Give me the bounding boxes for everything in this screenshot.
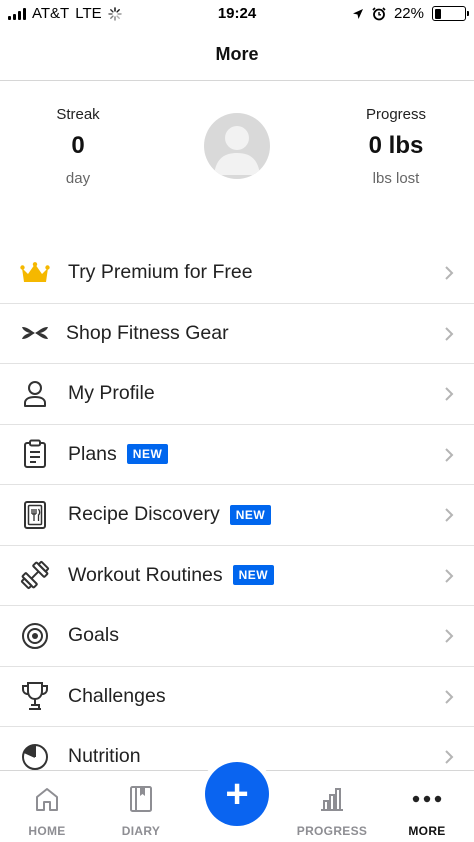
menu-item-label: Shop Fitness Gear [66, 321, 229, 344]
avatar[interactable] [204, 113, 270, 179]
menu-item-label: Plans [68, 442, 117, 465]
streak-label: Streak [56, 106, 100, 123]
menu-item-plans[interactable]: Plans NEW [0, 425, 474, 485]
more-dots-icon [380, 783, 474, 815]
clipboard-icon [18, 437, 52, 471]
page-title: More [215, 43, 259, 64]
tab-progress[interactable]: PROGRESS [285, 783, 379, 838]
streak-stat: Streak 0 day [8, 106, 148, 187]
battery-percent: 22% [393, 5, 424, 22]
menu-item-premium[interactable]: Try Premium for Free [0, 243, 474, 304]
tab-more[interactable]: MORE [380, 783, 474, 838]
chevron-right-icon [445, 447, 454, 462]
chevron-right-icon [445, 568, 454, 583]
new-badge: NEW [126, 444, 169, 465]
dumbbell-icon [18, 558, 52, 592]
profile-summary: Streak 0 day Progress 0 lbs lbs lost [0, 100, 474, 220]
menu-item-label: Recipe Discovery [68, 503, 220, 526]
tab-diary[interactable]: DIARY [94, 783, 188, 838]
menu-item-my-profile[interactable]: My Profile [0, 364, 474, 425]
recipe-icon [18, 498, 52, 532]
location-arrow-icon [352, 8, 363, 19]
diary-book-icon [94, 783, 188, 815]
chevron-right-icon [445, 326, 454, 341]
default-avatar-icon [214, 126, 260, 175]
chevron-right-icon [445, 750, 454, 764]
menu-item-label: My Profile [68, 382, 155, 405]
target-icon [18, 619, 52, 653]
menu-item-label: Goals [68, 624, 119, 647]
new-badge: NEW [232, 565, 275, 586]
battery-fill [434, 8, 441, 19]
pie-chart-icon [18, 740, 52, 774]
menu-item-shop-fitness-gear[interactable]: Shop Fitness Gear [0, 304, 474, 364]
status-bar: AT&T LTE 19:24 22% [0, 0, 474, 28]
tab-home-label: HOME [28, 824, 66, 838]
alarm-icon [372, 6, 386, 20]
menu-item-recipe-discovery[interactable]: Recipe Discovery NEW [0, 485, 474, 546]
progress-value: 0 lbs [368, 132, 424, 159]
tab-more-label: MORE [408, 824, 446, 838]
bottom-tab-bar: HOME DIARY + PROGRESS MORE [0, 757, 474, 842]
menu-item-label: Challenges [68, 684, 166, 707]
progress-stat: Progress 0 lbs lbs lost [326, 106, 466, 187]
crown-icon [18, 256, 52, 290]
tab-home[interactable]: HOME [0, 783, 94, 838]
person-icon [18, 377, 52, 411]
streak-value: 0 [71, 132, 85, 159]
menu-item-label: Workout Routines [68, 563, 223, 586]
menu-item-label: Nutrition [68, 745, 141, 768]
menu-item-label: Try Premium for Free [68, 261, 253, 284]
new-badge: NEW [229, 504, 272, 525]
chevron-right-icon [445, 689, 454, 704]
chevron-right-icon [445, 629, 454, 643]
add-button[interactable]: + [205, 762, 269, 826]
streak-unit: day [65, 170, 91, 187]
menu-item-workout-routines[interactable]: Workout Routines NEW [0, 546, 474, 606]
more-menu-list: Try Premium for Free Shop Fitness Gear M… [0, 243, 474, 788]
navigation-bar: More [0, 28, 474, 81]
trophy-icon [18, 679, 52, 713]
under-armour-icon [18, 316, 52, 350]
menu-item-challenges[interactable]: Challenges [0, 667, 474, 727]
chevron-right-icon [445, 387, 454, 401]
menu-item-goals[interactable]: Goals [0, 606, 474, 667]
chevron-right-icon [445, 266, 454, 280]
status-right: 22% [352, 5, 469, 22]
bar-chart-icon [285, 783, 379, 815]
progress-unit: lbs lost [372, 170, 420, 187]
progress-label: Progress [365, 106, 427, 123]
tab-progress-label: PROGRESS [296, 824, 368, 838]
tab-diary-label: DIARY [121, 824, 161, 838]
home-icon [0, 783, 94, 815]
battery-icon [432, 6, 469, 21]
chevron-right-icon [445, 508, 454, 522]
